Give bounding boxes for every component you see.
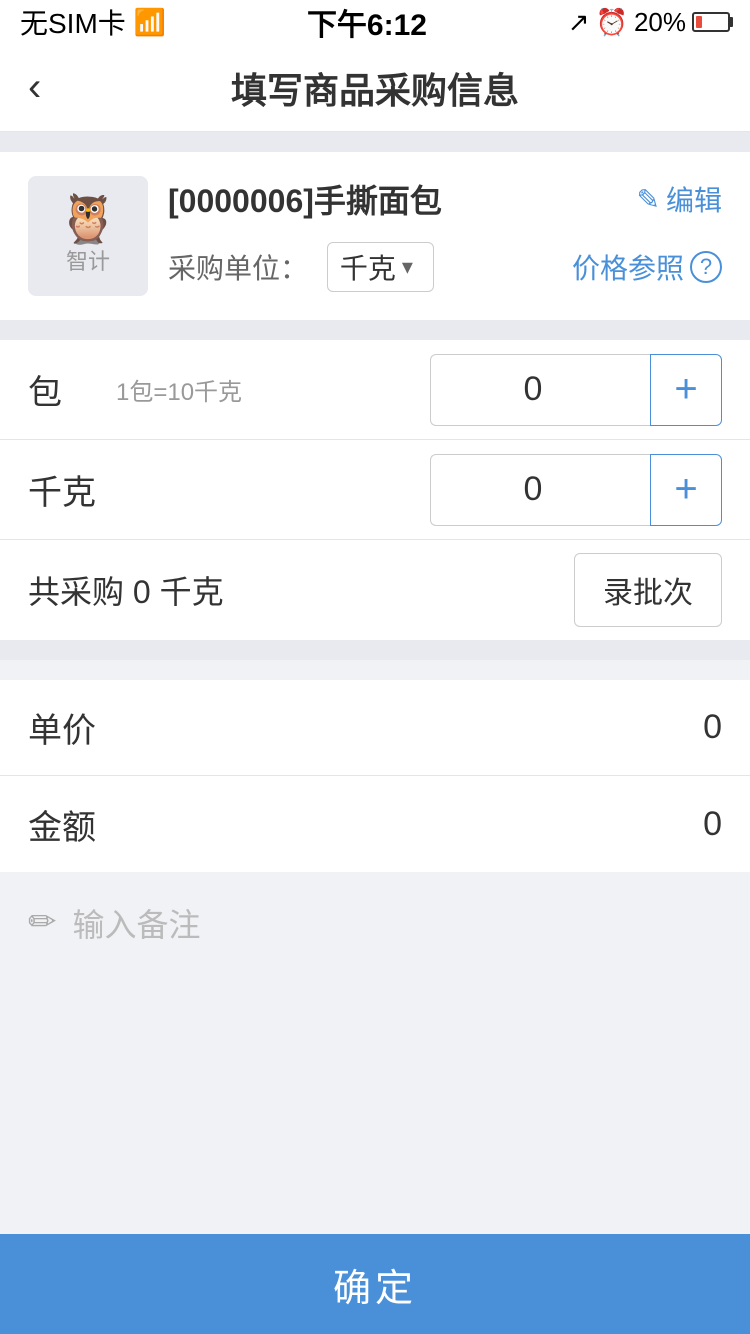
unit-price-row: 单价 0 bbox=[0, 680, 750, 776]
product-name: [0000006]手撕面包 bbox=[168, 176, 442, 222]
record-batch-button[interactable]: 录批次 bbox=[574, 553, 722, 627]
edit-label: 编辑 bbox=[666, 179, 722, 219]
page-title: 填写商品采购信息 bbox=[231, 62, 519, 114]
remark-section[interactable]: ✏ 输入备注 bbox=[0, 872, 750, 992]
back-button[interactable]: ‹ bbox=[28, 65, 41, 110]
mid-divider-1 bbox=[0, 320, 750, 340]
bag-input-row: 包 1包=10千克 + bbox=[0, 340, 750, 440]
battery-indicator bbox=[692, 12, 730, 32]
unit-label: 采购单位： bbox=[168, 253, 308, 284]
status-bar: 无SIM卡 📶 下午6:12 ↗ ⏰ 20% bbox=[0, 0, 750, 44]
unit-price-value: 0 bbox=[703, 708, 722, 747]
product-image-inner: 🦉 智计 bbox=[58, 196, 118, 276]
alarm-icon: ⏰ bbox=[596, 7, 628, 38]
help-icon: ? bbox=[690, 251, 722, 283]
unit-select[interactable]: 千克 ▾ bbox=[327, 242, 434, 292]
unit-value: 千克 bbox=[340, 247, 396, 287]
summary-row: 共采购 0 千克 录批次 bbox=[0, 540, 750, 640]
carrier-text: 无SIM卡 bbox=[20, 2, 126, 42]
summary-text: 共采购 0 千克 bbox=[28, 567, 224, 613]
product-logo-icon: 🦉 bbox=[58, 196, 118, 244]
unit-price-label: 单价 bbox=[28, 703, 96, 752]
edit-icon: ✎ bbox=[637, 183, 660, 216]
nav-bar: ‹ 填写商品采购信息 bbox=[0, 44, 750, 132]
chevron-down-icon: ▾ bbox=[402, 254, 413, 280]
top-divider bbox=[0, 132, 750, 152]
edit-link[interactable]: ✎ 编辑 bbox=[637, 179, 722, 219]
input-section: 包 1包=10千克 + 千克 + bbox=[0, 340, 750, 540]
kg-plus-button[interactable]: + bbox=[650, 454, 722, 526]
bag-sub-label: 1包=10千克 bbox=[116, 372, 242, 407]
bag-quantity-input[interactable] bbox=[430, 354, 650, 426]
mid-divider-2 bbox=[0, 640, 750, 660]
kg-quantity-input[interactable] bbox=[430, 454, 650, 526]
battery-percent: 20% bbox=[634, 7, 686, 38]
amount-value: 0 bbox=[703, 805, 722, 844]
status-right: ↗ ⏰ 20% bbox=[568, 7, 730, 38]
product-image: 🦉 智计 bbox=[28, 176, 148, 296]
wifi-icon: 📶 bbox=[134, 7, 166, 38]
price-ref[interactable]: 价格参照 ? bbox=[572, 247, 722, 287]
kg-input-right: + bbox=[430, 454, 722, 526]
product-info: [0000006]手撕面包 ✎ 编辑 采购单位： 千克 ▾ 价格参照 ? bbox=[168, 176, 722, 292]
product-card: 🦉 智计 [0000006]手撕面包 ✎ 编辑 采购单位： 千克 ▾ 价格参照 bbox=[0, 152, 750, 320]
product-id: [0000006] bbox=[168, 183, 314, 219]
status-left: 无SIM卡 📶 bbox=[20, 2, 166, 42]
amount-row: 金额 0 bbox=[0, 776, 750, 872]
remark-placeholder: 输入备注 bbox=[73, 900, 201, 946]
unit-row: 采购单位： 千克 ▾ 价格参照 ? bbox=[168, 242, 722, 292]
kg-label: 千克 bbox=[28, 465, 108, 514]
bag-plus-button[interactable]: + bbox=[650, 354, 722, 426]
product-name-row: [0000006]手撕面包 ✎ 编辑 bbox=[168, 176, 722, 222]
confirm-button[interactable]: 确定 bbox=[0, 1234, 750, 1334]
bag-label: 包 bbox=[28, 365, 108, 414]
status-time: 下午6:12 bbox=[307, 0, 427, 44]
price-info-section: 单价 0 金额 0 bbox=[0, 680, 750, 872]
kg-input-row: 千克 + bbox=[0, 440, 750, 540]
product-logo-text: 智计 bbox=[66, 244, 110, 276]
product-title: 手撕面包 bbox=[314, 183, 442, 219]
amount-label: 金额 bbox=[28, 800, 96, 849]
pencil-icon: ✏ bbox=[28, 902, 57, 942]
price-ref-label: 价格参照 bbox=[572, 247, 684, 287]
unit-section: 采购单位： 千克 ▾ bbox=[168, 242, 434, 292]
bag-input-right: + bbox=[430, 354, 722, 426]
location-icon: ↗ bbox=[568, 7, 590, 38]
battery-fill bbox=[696, 16, 702, 28]
